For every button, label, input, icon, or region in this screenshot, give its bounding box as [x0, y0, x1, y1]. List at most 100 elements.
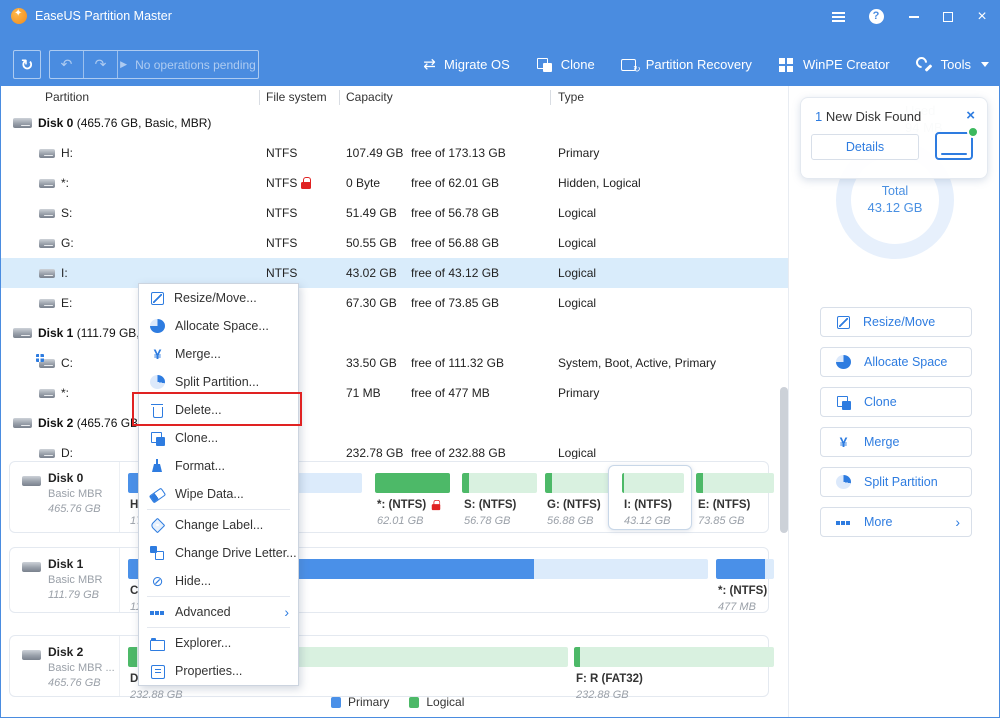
vertical-scrollbar[interactable] [780, 387, 788, 533]
toolbar-action-label: Tools [940, 57, 971, 72]
table-row-partition[interactable]: E:NTFS67.30 GBfree of 73.85 GBLogical [1, 288, 788, 318]
filesystem-value: NTFS [266, 266, 298, 280]
menu-item-hide[interactable]: ⊘ Hide... [139, 567, 298, 595]
partition-letter: I: [61, 266, 68, 280]
column-divider[interactable] [259, 90, 260, 105]
legend-item-logical: Logical [409, 695, 464, 709]
menu-item-change-label[interactable]: Change Label... [139, 511, 298, 539]
details-button[interactable]: Details [811, 134, 919, 160]
toolbar-action-winpe-creator[interactable]: WinPE Creator [778, 57, 890, 72]
partition-usage-bar [622, 473, 684, 493]
disk-panel-disk-2: Disk 2 Basic MBR ... 465.76 GB D: 232.88 GB F… [9, 635, 774, 701]
disk-drive-icon [13, 418, 32, 428]
table-row-partition[interactable]: C: 33.50 GB free of 111.32 GB System, Boot,… [1, 348, 788, 378]
sidebar-button-merge[interactable]: ¥ Merge [820, 427, 972, 457]
cdl-icon [150, 545, 165, 561]
sidebar-button-more[interactable]: More › [820, 507, 972, 537]
column-filesystem[interactable]: File system [266, 90, 327, 104]
table-row-disk[interactable]: Disk 0 (465.76 GB, Basic, MBR) [1, 108, 788, 138]
capacity-free: 107.49 GB [346, 146, 404, 160]
menu-item-properties[interactable]: Properties... [139, 657, 298, 685]
table-row-disk[interactable]: Disk 1 (111.79 GB, Basic, MBR) [1, 318, 788, 348]
merge-icon: ¥ [153, 345, 162, 362]
help-button[interactable]: ? [865, 8, 887, 25]
capacity-total: free of 43.12 GB [411, 266, 500, 280]
lock-icon [431, 499, 441, 511]
menu-list-button[interactable] [827, 8, 849, 25]
disk-map-partition[interactable]: E: (NTFS) 73.85 GB [696, 473, 774, 529]
disk-panel-info[interactable]: Disk 0 Basic MBR 465.76 GB [10, 462, 120, 532]
disk-map-partition[interactable]: I: (NTFS) 43.12 GB [622, 473, 684, 529]
menu-item-explorer[interactable]: Explorer... [139, 629, 298, 657]
table-row-partition[interactable]: G: NTFS 50.55 GB free of 56.88 GB Logical [1, 228, 788, 258]
sidebar-button-clone[interactable]: Clone [820, 387, 972, 417]
menu-item-allocate-space[interactable]: Allocate Space... [139, 312, 298, 340]
close-icon: × [977, 7, 987, 25]
menu-item-wipe-data[interactable]: Wipe Data... [139, 480, 298, 508]
clone-icon [536, 57, 553, 72]
type-value: Logical [558, 446, 597, 460]
context-menu: Resize/Move... Allocate Space... ¥ Merge...… [138, 283, 299, 686]
table-row-partition[interactable]: *: NTFS 0 Byte free of 62.01 GB Hidden, Logi… [1, 168, 788, 198]
sidebar-button-allocate-space[interactable]: Allocate Space [820, 347, 972, 377]
menu-item-resize-move[interactable]: Resize/Move... [139, 284, 298, 312]
redo-button[interactable]: ↷ [84, 51, 118, 78]
column-divider[interactable] [339, 90, 340, 105]
sidebar-button-label: Merge [864, 435, 900, 449]
column-partition[interactable]: Partition [45, 90, 89, 104]
minimize-button[interactable] [903, 8, 925, 25]
table-row-disk[interactable]: Disk 2 (465.76 GB, Basic, MBR) [1, 408, 788, 438]
disk-drive-icon [22, 476, 41, 486]
disk-map-partition[interactable]: G: (NTFS) 56.88 GB [545, 473, 616, 529]
capacity-total: free of 477 MB [411, 386, 490, 400]
type-value: Logical [558, 266, 597, 280]
menu-item-merge[interactable]: ¥ Merge... [139, 340, 298, 368]
column-capacity[interactable]: Capacity [346, 90, 393, 104]
sidebar-button-split-partition[interactable]: Split Partition [820, 467, 972, 497]
disk-map-partition[interactable]: S: (NTFS) 56.78 GB [462, 473, 537, 529]
delete-highlight-box [132, 392, 302, 426]
partition-usage-bar [574, 647, 774, 667]
toolbar-action-migrate-os[interactable]: ⇄ Migrate OS [423, 57, 509, 72]
capacity-total: free of 56.78 GB [411, 206, 500, 220]
menu-item-advanced[interactable]: Advanced › [139, 598, 298, 626]
explorer-icon [150, 636, 165, 651]
maximize-button[interactable] [937, 8, 959, 25]
refresh-button[interactable]: ↻ [13, 50, 41, 79]
capacity-total: free of 73.85 GB [411, 296, 500, 310]
partition-map-size: 73.85 GB [698, 515, 745, 527]
table-row-partition[interactable]: *: 71 MB free of 477 MB Primary [1, 378, 788, 408]
disk-panel-info[interactable]: Disk 2 Basic MBR ... 465.76 GB [10, 636, 120, 696]
disk-map-partition[interactable]: F: R (FAT32) 232.88 GB [574, 647, 774, 701]
pending-operations[interactable]: ▶ No operations pending [118, 58, 258, 72]
notification-close-icon[interactable]: × [966, 107, 975, 124]
toolbar-action-clone[interactable]: Clone [536, 57, 595, 72]
table-row-partition[interactable]: H: NTFS 107.49 GB free of 173.13 GB Primary [1, 138, 788, 168]
new-disk-notification: 1 New Disk Found × Details [800, 97, 988, 179]
toolbar: ↻ ↶ ↷ ▶ No operations pending ⇄ Migrate O… [1, 31, 999, 86]
table-row-partition[interactable]: S: NTFS 51.49 GB free of 56.78 GB Logical [1, 198, 788, 228]
legend-item-primary: Primary [331, 695, 389, 709]
menu-item-change-drive-letter[interactable]: Change Drive Letter... [139, 539, 298, 567]
menu-item-clone[interactable]: Clone... [139, 424, 298, 452]
disk-map-partition[interactable]: *: (NTFS) 62.01 GB [375, 473, 450, 529]
close-button[interactable]: × [971, 8, 993, 25]
partition-used-bar [716, 559, 766, 579]
partition-letter: S: [61, 206, 73, 220]
column-type[interactable]: Type [558, 90, 584, 104]
toolbar-action-partition-recovery[interactable]: Partition Recovery [620, 57, 752, 75]
undo-button[interactable]: ↶ [50, 51, 84, 78]
partition-used-bar [574, 647, 580, 667]
sidebar-button-resize/move[interactable]: Resize/Move [820, 307, 972, 337]
disk-panel-info[interactable]: Disk 1 Basic MBR 111.79 GB [10, 548, 120, 612]
menu-item-format[interactable]: Format... [139, 452, 298, 480]
partition-usage-bar [545, 473, 616, 493]
column-divider[interactable] [550, 90, 551, 105]
table-row-partition[interactable]: I: NTFS 43.02 GB free of 43.12 GB Logical [1, 258, 788, 288]
toolbar-action-tools[interactable]: Tools [916, 57, 989, 72]
disk-map-partition[interactable]: *: (NTFS) 477 MB [716, 559, 774, 613]
menu-item-label: Change Drive Letter... [175, 546, 297, 560]
redo-icon: ↷ [94, 56, 107, 72]
disk-panel-disk-1: Disk 1Basic MBR111.79 GBC:111.32 GB*: (N… [9, 547, 774, 613]
legend-label: Primary [348, 695, 390, 709]
